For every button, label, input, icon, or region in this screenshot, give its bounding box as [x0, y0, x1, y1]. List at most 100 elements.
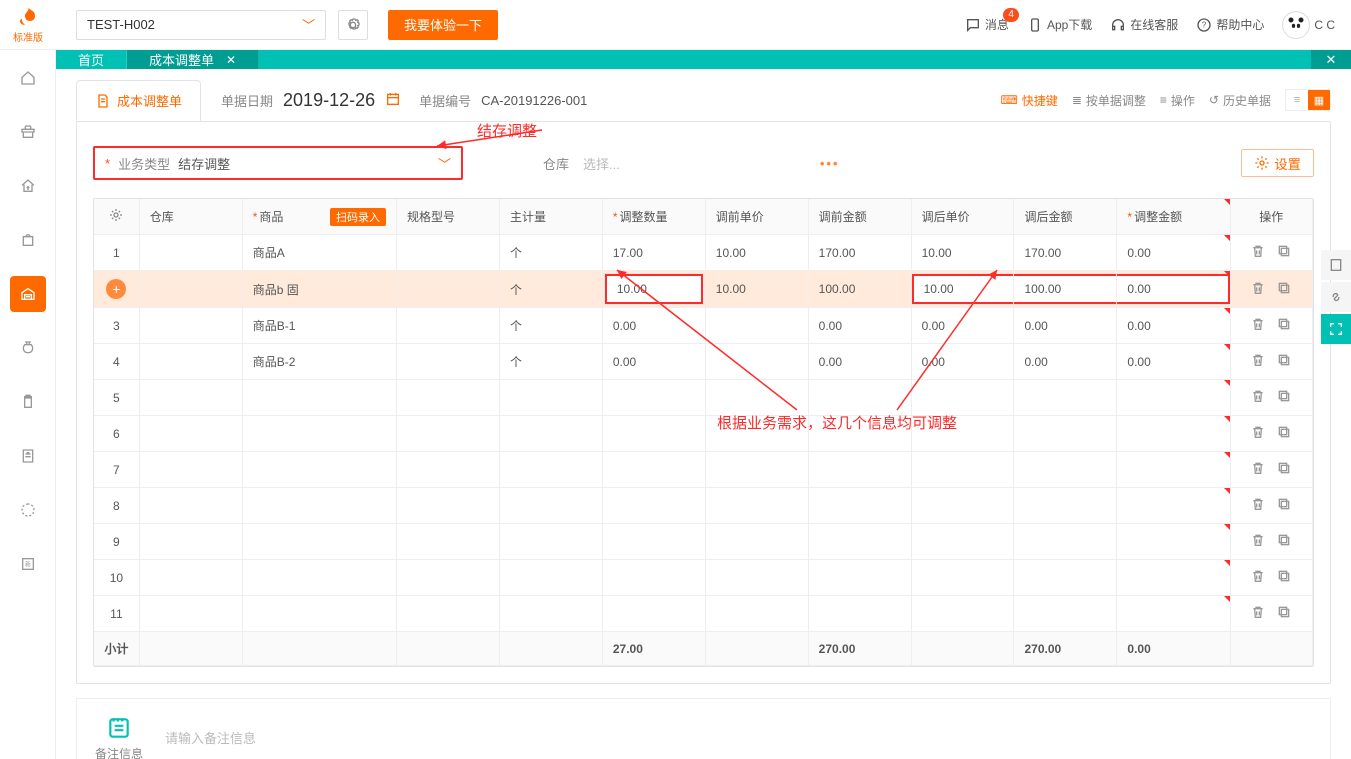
cell-pre-price[interactable] [705, 596, 808, 632]
cell-pre-amount[interactable] [808, 488, 911, 524]
cell-unit[interactable]: 个 [499, 308, 602, 344]
cell-pre-price[interactable] [705, 308, 808, 344]
col-post-price[interactable]: 调后单价 [911, 199, 1014, 235]
table-row[interactable]: 11 [94, 596, 1313, 632]
col-gear[interactable] [94, 199, 139, 235]
cell-spec[interactable] [397, 488, 500, 524]
cell-spec[interactable] [397, 308, 500, 344]
cell-adj-amount[interactable] [1117, 560, 1230, 596]
cell-spec[interactable] [397, 416, 500, 452]
more-fields-button[interactable]: ••• [820, 156, 840, 171]
cell-pre-amount[interactable]: 170.00 [808, 235, 911, 271]
cell-post-price[interactable] [911, 452, 1014, 488]
cell-warehouse[interactable] [139, 560, 242, 596]
cell-unit[interactable] [499, 488, 602, 524]
row-delete-button[interactable] [1250, 388, 1266, 407]
cell-pre-price[interactable]: 10.00 [705, 271, 808, 308]
col-product[interactable]: *商品扫码录入 [242, 199, 396, 235]
cell-spec[interactable] [397, 524, 500, 560]
table-row[interactable]: 1商品A个17.0010.00170.0010.00170.000.00 [94, 235, 1313, 271]
cell-warehouse[interactable] [139, 308, 242, 344]
close-tab-icon[interactable]: ✕ [226, 53, 236, 67]
table-row[interactable]: 7 [94, 452, 1313, 488]
cell-pre-price[interactable] [705, 380, 808, 416]
row-delete-button[interactable] [1250, 532, 1266, 551]
col-unit[interactable]: 主计量 [499, 199, 602, 235]
cell-spec[interactable] [397, 380, 500, 416]
cell-unit[interactable] [499, 416, 602, 452]
cell-pre-price[interactable] [705, 488, 808, 524]
row-copy-button[interactable] [1276, 496, 1292, 515]
cell-pre-amount[interactable]: 0.00 [808, 308, 911, 344]
cell-post-amount[interactable] [1014, 524, 1117, 560]
cell-warehouse[interactable] [139, 488, 242, 524]
cell-warehouse[interactable] [139, 524, 242, 560]
cell-spec[interactable] [397, 596, 500, 632]
operate-link[interactable]: ≡操作 [1160, 92, 1195, 109]
nav-house-up[interactable] [10, 168, 46, 204]
table-row[interactable]: 5 [94, 380, 1313, 416]
row-index[interactable]: 4 [94, 344, 139, 380]
view-mode-grid-icon[interactable]: ▦ [1308, 90, 1330, 110]
cell-post-price[interactable] [911, 524, 1014, 560]
row-index[interactable]: 3 [94, 308, 139, 344]
cell-unit[interactable]: 个 [499, 235, 602, 271]
row-copy-button[interactable] [1276, 532, 1292, 551]
help-button[interactable]: ? 帮助中心 [1196, 16, 1264, 33]
nav-sync[interactable] [10, 492, 46, 528]
cell-product[interactable] [242, 380, 396, 416]
cell-product[interactable] [242, 452, 396, 488]
cell-warehouse[interactable] [139, 596, 242, 632]
col-post-amount[interactable]: 调后金额 [1014, 199, 1117, 235]
cell-adj-amount[interactable] [1117, 524, 1230, 560]
dock-expand[interactable] [1321, 314, 1351, 344]
view-mode-list-icon[interactable]: ≡ [1286, 90, 1308, 110]
cell-product[interactable]: 商品A [242, 235, 396, 271]
row-delete-button[interactable] [1250, 568, 1266, 587]
cell-warehouse[interactable] [139, 344, 242, 380]
user-menu[interactable]: C C [1282, 11, 1335, 39]
cell-qty[interactable]: 0.00 [602, 308, 705, 344]
col-op[interactable]: 操作 [1230, 199, 1312, 235]
col-pre-amount[interactable]: 调前金额 [808, 199, 911, 235]
cell-post-price[interactable]: 10.00 [911, 235, 1014, 271]
row-copy-button[interactable] [1276, 280, 1292, 299]
col-qty[interactable]: *调整数量 [602, 199, 705, 235]
cell-spec[interactable] [397, 235, 500, 271]
doc-type-tab[interactable]: 成本调整单 [76, 80, 201, 122]
cell-adj-amount[interactable] [1117, 380, 1230, 416]
cell-post-amount[interactable]: 0.00 [1014, 344, 1117, 380]
cell-unit[interactable] [499, 596, 602, 632]
shortcut-link[interactable]: ⌨快捷键 [1000, 92, 1057, 109]
cell-adj-amount[interactable]: 0.00 [1117, 235, 1230, 271]
table-row[interactable]: 3商品B-1个0.000.000.000.000.00 [94, 308, 1313, 344]
table-row[interactable]: +商品b 固个10.0010.00100.0010.00100.000.00 [94, 271, 1313, 308]
cell-post-amount[interactable] [1014, 560, 1117, 596]
nav-bag[interactable] [10, 222, 46, 258]
row-index[interactable]: 7 [94, 452, 139, 488]
cell-post-price[interactable]: 0.00 [911, 344, 1014, 380]
cell-qty[interactable] [602, 596, 705, 632]
nav-money[interactable] [10, 330, 46, 366]
cell-pre-price[interactable] [705, 416, 808, 452]
row-delete-button[interactable] [1250, 496, 1266, 515]
cell-unit[interactable] [499, 524, 602, 560]
col-warehouse[interactable]: 仓库 [139, 199, 242, 235]
cell-pre-amount[interactable] [808, 596, 911, 632]
row-index[interactable]: 11 [94, 596, 139, 632]
cell-post-amount[interactable] [1014, 380, 1117, 416]
date-value[interactable]: 2019-12-26 [283, 90, 375, 111]
cell-product[interactable] [242, 488, 396, 524]
nav-home[interactable] [10, 60, 46, 96]
cell-unit[interactable] [499, 380, 602, 416]
cell-qty[interactable] [602, 416, 705, 452]
cell-pre-amount[interactable]: 0.00 [808, 344, 911, 380]
view-mode-toggle[interactable]: ≡ ▦ [1285, 89, 1331, 111]
by-bill-link[interactable]: ≣按单据调整 [1072, 92, 1146, 109]
row-copy-button[interactable] [1276, 316, 1292, 335]
cell-warehouse[interactable] [139, 380, 242, 416]
cell-product[interactable] [242, 596, 396, 632]
cell-unit[interactable] [499, 560, 602, 596]
dock-note[interactable] [1321, 250, 1351, 280]
row-index[interactable]: 10 [94, 560, 139, 596]
